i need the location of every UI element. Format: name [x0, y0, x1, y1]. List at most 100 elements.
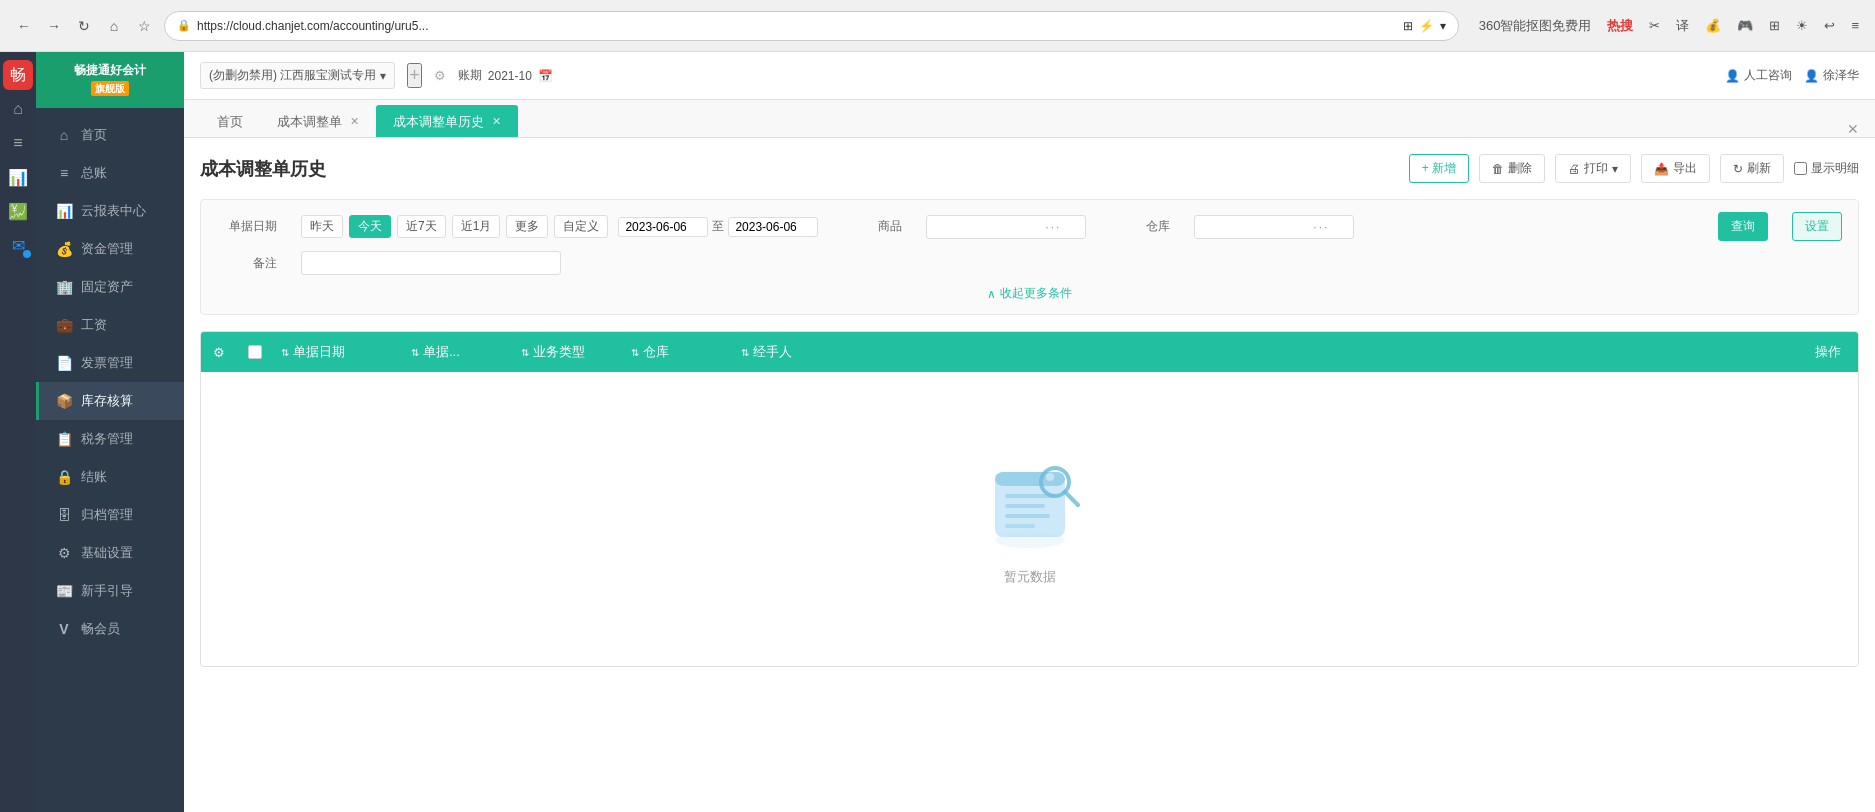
- sidebar-item-tax[interactable]: 📋 税务管理: [36, 420, 184, 458]
- th-docno[interactable]: ⇅ 单据...: [403, 343, 513, 361]
- ledger-icon: ≡: [55, 165, 73, 181]
- th-operator[interactable]: ⇅ 经手人: [733, 343, 843, 361]
- period-info: 账期 2021-10 📅: [458, 67, 553, 84]
- tab-cost-adj-close[interactable]: ✕: [350, 115, 359, 128]
- add-btn[interactable]: + 新增: [1409, 154, 1469, 183]
- rail-icon-1[interactable]: ⌂: [3, 94, 33, 124]
- warehouse-selector[interactable]: ···: [1194, 215, 1354, 239]
- menu-icon: ≡: [1847, 16, 1863, 35]
- grid-icon: ⊞: [1765, 16, 1784, 35]
- query-btn[interactable]: 查询: [1718, 212, 1768, 241]
- search-label: 360智能抠图免费用: [1475, 15, 1596, 37]
- rail-icon-2[interactable]: ≡: [3, 128, 33, 158]
- sidebar-item-guide[interactable]: 📰 新手引导: [36, 572, 184, 610]
- back-btn[interactable]: ←: [12, 14, 36, 38]
- sidebar-item-assets[interactable]: 🏢 固定资产: [36, 268, 184, 306]
- consult-btn[interactable]: 👤 人工咨询: [1725, 67, 1792, 84]
- reports-icon: 📊: [55, 203, 73, 219]
- sidebar-item-home[interactable]: ⌂ 首页: [36, 116, 184, 154]
- notes-input[interactable]: [301, 251, 561, 275]
- sidebar-item-member[interactable]: V 畅会员: [36, 610, 184, 648]
- date-from-input[interactable]: [618, 217, 708, 237]
- sidebar-menu: ⌂ 首页 ≡ 总账 📊 云报表中心 💰 资金管理 🏢 固定资产 💼 工资: [36, 108, 184, 812]
- date-btn-1month[interactable]: 近1月: [452, 215, 501, 238]
- rail-icon-5[interactable]: ✉: [3, 230, 33, 260]
- date-to-input[interactable]: [728, 217, 818, 237]
- collapse-btn[interactable]: ∧ 收起更多条件: [217, 285, 1842, 302]
- date-filter: 昨天 今天 近7天 近1月 更多 自定义 至: [301, 215, 818, 238]
- calendar-icon[interactable]: 📅: [538, 69, 553, 83]
- sidebar-item-reports[interactable]: 📊 云报表中心: [36, 192, 184, 230]
- show-fields-checkbox[interactable]: 显示明细: [1794, 160, 1859, 177]
- sidebar-item-guide-label: 新手引导: [81, 582, 133, 600]
- date-btn-more[interactable]: 更多: [506, 215, 548, 238]
- date-btn-7days[interactable]: 近7天: [397, 215, 446, 238]
- address-bar[interactable]: 🔒 https://cloud.chanjet.com/accounting/u…: [164, 11, 1459, 41]
- dropdown-icon[interactable]: ▾: [1440, 19, 1446, 33]
- export-btn[interactable]: 📤 导出: [1641, 154, 1710, 183]
- tab-cost-adj[interactable]: 成本调整单 ✕: [260, 105, 376, 137]
- icon-rail: 畅 ⌂ ≡ 📊 💹 ✉: [0, 52, 36, 812]
- sidebar-item-ledger[interactable]: ≡ 总账: [36, 154, 184, 192]
- rail-icon-logo[interactable]: 畅: [3, 60, 33, 90]
- home-btn[interactable]: ⌂: [102, 14, 126, 38]
- tab-cost-adj-history-close[interactable]: ✕: [492, 115, 501, 128]
- sidebar-item-inventory[interactable]: 📦 库存核算: [36, 382, 184, 420]
- export-label: 导出: [1673, 160, 1697, 177]
- forward-btn[interactable]: →: [42, 14, 66, 38]
- goods-more-icon[interactable]: ···: [1045, 220, 1061, 234]
- sidebar-item-payroll[interactable]: 💼 工资: [36, 306, 184, 344]
- tab-cost-adj-label: 成本调整单: [277, 113, 342, 131]
- company-dropdown-icon: ▾: [380, 69, 386, 83]
- sidebar-item-ledger-label: 总账: [81, 164, 107, 182]
- date-btn-yesterday[interactable]: 昨天: [301, 215, 343, 238]
- date-btn-today[interactable]: 今天: [349, 215, 391, 238]
- tab-cost-adj-history[interactable]: 成本调整单历史 ✕: [376, 105, 518, 137]
- rail-icon-3[interactable]: 📊: [3, 162, 33, 192]
- inventory-icon: 📦: [55, 393, 73, 409]
- print-btn[interactable]: 🖨 打印 ▾: [1555, 154, 1631, 183]
- tab-cost-adj-history-label: 成本调整单历史: [393, 113, 484, 131]
- refresh-btn[interactable]: ↻: [72, 14, 96, 38]
- archive-icon: 🗄: [55, 507, 73, 523]
- warehouse-more-icon[interactable]: ···: [1313, 220, 1329, 234]
- table-header-checkbox[interactable]: [237, 345, 273, 359]
- star-btn[interactable]: ☆: [132, 14, 156, 38]
- tab-home[interactable]: 首页: [200, 105, 260, 137]
- table-settings-btn[interactable]: ⚙: [201, 345, 237, 360]
- select-all-checkbox[interactable]: [248, 345, 262, 359]
- show-fields-input[interactable]: [1794, 162, 1807, 175]
- settings-gear-icon[interactable]: ⚙: [434, 68, 446, 83]
- th-actions-label: 操作: [1815, 343, 1841, 361]
- sidebar-item-funds[interactable]: 💰 资金管理: [36, 230, 184, 268]
- filter-row-notes: 备注: [217, 251, 1842, 275]
- svg-line-8: [1065, 492, 1078, 505]
- sidebar-item-inventory-label: 库存核算: [81, 392, 133, 410]
- refresh-btn-page[interactable]: ↻ 刷新: [1720, 154, 1784, 183]
- delete-btn[interactable]: 🗑 删除: [1479, 154, 1545, 183]
- sidebar-item-archive[interactable]: 🗄 归档管理: [36, 496, 184, 534]
- sidebar-item-invoice[interactable]: 📄 发票管理: [36, 344, 184, 382]
- show-fields-label: 显示明细: [1811, 160, 1859, 177]
- refresh-label: 刷新: [1747, 160, 1771, 177]
- sidebar-item-settings[interactable]: ⚙ 基础设置: [36, 534, 184, 572]
- rail-icon-4[interactable]: 💹: [3, 196, 33, 226]
- sidebar-item-home-label: 首页: [81, 126, 107, 144]
- goods-selector[interactable]: ···: [926, 215, 1086, 239]
- settings-btn[interactable]: 设置: [1792, 212, 1842, 241]
- table-container: ⚙ ⇅ 单据日期 ⇅ 单据... ⇅ 业务类型: [200, 331, 1859, 667]
- th-biztype[interactable]: ⇅ 业务类型: [513, 343, 623, 361]
- browser-nav[interactable]: ← → ↻ ⌂ ☆: [12, 14, 156, 38]
- refresh-icon: ↻: [1733, 162, 1743, 176]
- period-value: 2021-10: [488, 69, 532, 83]
- th-warehouse[interactable]: ⇅ 仓库: [623, 343, 733, 361]
- user-btn[interactable]: 👤 徐泽华: [1804, 67, 1859, 84]
- company-selector[interactable]: (勿删勿禁用) 江西服宝测试专用 ▾: [200, 62, 395, 89]
- th-date[interactable]: ⇅ 单据日期: [273, 343, 403, 361]
- date-filter-label: 单据日期: [217, 218, 277, 235]
- add-workspace-btn[interactable]: +: [407, 63, 422, 88]
- tab-bar-close-btn[interactable]: ✕: [1847, 121, 1859, 137]
- page-title-bar: 成本调整单历史 + 新增 🗑 删除 🖨 打印 ▾ 📤 导出: [200, 154, 1859, 183]
- sidebar-item-close[interactable]: 🔒 结账: [36, 458, 184, 496]
- date-btn-custom[interactable]: 自定义: [554, 215, 608, 238]
